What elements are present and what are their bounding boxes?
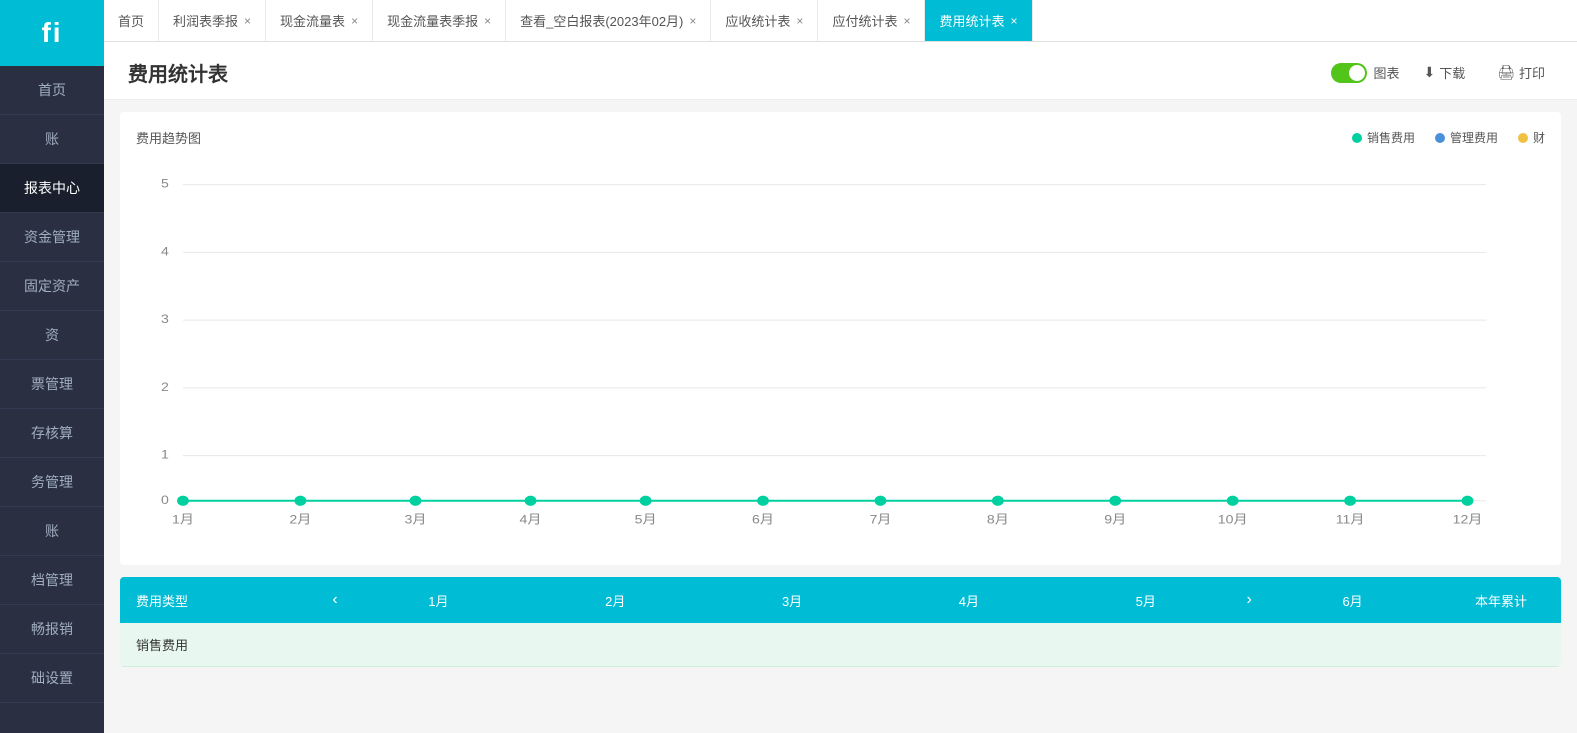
sidebar-item-settings[interactable]: 础设置 bbox=[0, 654, 104, 703]
tab-receivables[interactable]: 应收统计表 × bbox=[711, 0, 818, 41]
table-section: 费用类型 ‹ 1月 2月 3月 4月 5月 › 6月 本年累计 销售费用 bbox=[120, 577, 1561, 667]
sidebar-item-archive[interactable]: 档管理 bbox=[0, 556, 104, 605]
svg-text:0: 0 bbox=[161, 493, 169, 507]
svg-text:2月: 2月 bbox=[289, 512, 311, 526]
svg-text:12月: 12月 bbox=[1453, 512, 1483, 526]
sidebar-item-account[interactable]: 账 bbox=[0, 115, 104, 164]
svg-text:11月: 11月 bbox=[1336, 512, 1365, 526]
table-header: 费用类型 ‹ 1月 2月 3月 4月 5月 › 6月 本年累计 bbox=[120, 577, 1561, 623]
close-icon[interactable]: × bbox=[796, 14, 803, 28]
page-header: 费用统计表 图表 ⬇ 下载 🖨 打印 bbox=[104, 42, 1577, 100]
sidebar-item-funds[interactable]: 资金管理 bbox=[0, 213, 104, 262]
td-sales-expense: 销售费用 bbox=[120, 635, 320, 654]
tab-bar: 首页 利润表季报 × 现金流量表 × 现金流量表季报 × 查看_空白报表(202… bbox=[104, 0, 1577, 42]
close-icon[interactable]: × bbox=[689, 14, 696, 28]
svg-text:5月: 5月 bbox=[635, 512, 657, 526]
th-ytd: 本年累计 bbox=[1441, 591, 1561, 610]
chart-header: 费用趋势图 销售费用 管理费用 财 bbox=[136, 128, 1545, 147]
svg-text:4月: 4月 bbox=[520, 512, 542, 526]
svg-text:1月: 1月 bbox=[172, 512, 194, 526]
print-button[interactable]: 🖨 打印 bbox=[1489, 59, 1553, 86]
svg-text:10月: 10月 bbox=[1218, 512, 1248, 526]
tab-blank-report[interactable]: 查看_空白报表(2023年02月) × bbox=[506, 0, 711, 41]
main-area: 首页 利润表季报 × 现金流量表 × 现金流量表季报 × 查看_空白报表(202… bbox=[104, 0, 1577, 733]
close-icon[interactable]: × bbox=[244, 14, 251, 28]
sidebar-item-reports[interactable]: 报表中心 bbox=[0, 164, 104, 213]
svg-text:8月: 8月 bbox=[987, 512, 1009, 526]
toggle-label: 图表 bbox=[1373, 63, 1399, 82]
tab-income-quarterly[interactable]: 利润表季报 × bbox=[159, 0, 266, 41]
tab-expense-stats[interactable]: 费用统计表 × bbox=[925, 0, 1032, 41]
sidebar-item-ledger[interactable]: 账 bbox=[0, 507, 104, 556]
close-icon[interactable]: × bbox=[351, 14, 358, 28]
close-icon[interactable]: × bbox=[484, 14, 491, 28]
close-icon[interactable]: × bbox=[903, 14, 910, 28]
sales-dot bbox=[1352, 133, 1362, 143]
th-month-5: 5月 bbox=[1057, 591, 1234, 610]
close-icon[interactable]: × bbox=[1010, 14, 1017, 28]
header-actions: 图表 ⬇ 下载 🖨 打印 bbox=[1331, 59, 1553, 86]
sidebar: fi 首页 账 报表中心 资金管理 固定资产 资 票管理 存核算 务管理 账 档… bbox=[0, 0, 104, 733]
download-button[interactable]: ⬇ 下载 bbox=[1415, 59, 1473, 86]
sidebar-item-inventory[interactable]: 存核算 bbox=[0, 409, 104, 458]
svg-text:1: 1 bbox=[161, 448, 169, 462]
svg-text:3: 3 bbox=[161, 312, 169, 326]
sidebar-item-services[interactable]: 务管理 bbox=[0, 458, 104, 507]
legend-sales-label: 销售费用 bbox=[1367, 129, 1415, 146]
chart-toggle[interactable] bbox=[1331, 63, 1367, 83]
chart-container: 5 4 3 2 1 0 bbox=[136, 159, 1545, 549]
finance-dot bbox=[1518, 133, 1528, 143]
svg-text:4: 4 bbox=[161, 244, 169, 258]
sidebar-item-home[interactable]: 首页 bbox=[0, 66, 104, 115]
chart-toggle-wrap: 图表 bbox=[1331, 63, 1399, 83]
th-month-2: 2月 bbox=[527, 591, 704, 610]
sidebar-logo: fi bbox=[0, 0, 104, 66]
chart-section: 费用趋势图 销售费用 管理费用 财 bbox=[120, 112, 1561, 565]
download-icon: ⬇ bbox=[1423, 64, 1435, 81]
legend-finance-label: 财 bbox=[1533, 129, 1545, 146]
table-row: 销售费用 bbox=[120, 623, 1561, 667]
svg-text:5: 5 bbox=[161, 177, 169, 191]
th-expense-type: 费用类型 bbox=[120, 591, 320, 610]
content-area: 费用统计表 图表 ⬇ 下载 🖨 打印 费用趋势图 bbox=[104, 42, 1577, 733]
svg-text:7月: 7月 bbox=[869, 512, 891, 526]
admin-dot bbox=[1435, 133, 1445, 143]
svg-text:6月: 6月 bbox=[752, 512, 774, 526]
legend-admin-label: 管理费用 bbox=[1450, 129, 1498, 146]
th-month-3: 3月 bbox=[704, 591, 881, 610]
svg-text:2: 2 bbox=[161, 380, 169, 394]
sidebar-item-expense[interactable]: 畅报销 bbox=[0, 605, 104, 654]
tab-cashflow-quarterly[interactable]: 现金流量表季报 × bbox=[373, 0, 506, 41]
chart-title: 费用趋势图 bbox=[136, 128, 201, 147]
chart-svg: 5 4 3 2 1 0 bbox=[136, 159, 1545, 549]
svg-text:9月: 9月 bbox=[1104, 512, 1126, 526]
sidebar-item-assets[interactable]: 固定资产 bbox=[0, 262, 104, 311]
sidebar-item-resources[interactable]: 资 bbox=[0, 311, 104, 360]
print-icon: 🖨 bbox=[1497, 64, 1515, 81]
prev-arrow[interactable]: ‹ bbox=[320, 591, 350, 609]
tab-home[interactable]: 首页 bbox=[104, 0, 159, 41]
legend-finance: 财 bbox=[1518, 129, 1545, 146]
svg-text:3月: 3月 bbox=[404, 512, 426, 526]
th-month-6: 6月 bbox=[1264, 591, 1441, 610]
th-month-1: 1月 bbox=[350, 591, 527, 610]
sidebar-item-tickets[interactable]: 票管理 bbox=[0, 360, 104, 409]
next-arrow[interactable]: › bbox=[1234, 591, 1264, 609]
tab-payables[interactable]: 应付统计表 × bbox=[818, 0, 925, 41]
chart-legend: 销售费用 管理费用 财 bbox=[1352, 129, 1545, 146]
legend-admin: 管理费用 bbox=[1435, 129, 1498, 146]
th-month-4: 4月 bbox=[880, 591, 1057, 610]
legend-sales: 销售费用 bbox=[1352, 129, 1415, 146]
page-title: 费用统计表 bbox=[128, 58, 228, 87]
tab-cashflow[interactable]: 现金流量表 × bbox=[266, 0, 373, 41]
